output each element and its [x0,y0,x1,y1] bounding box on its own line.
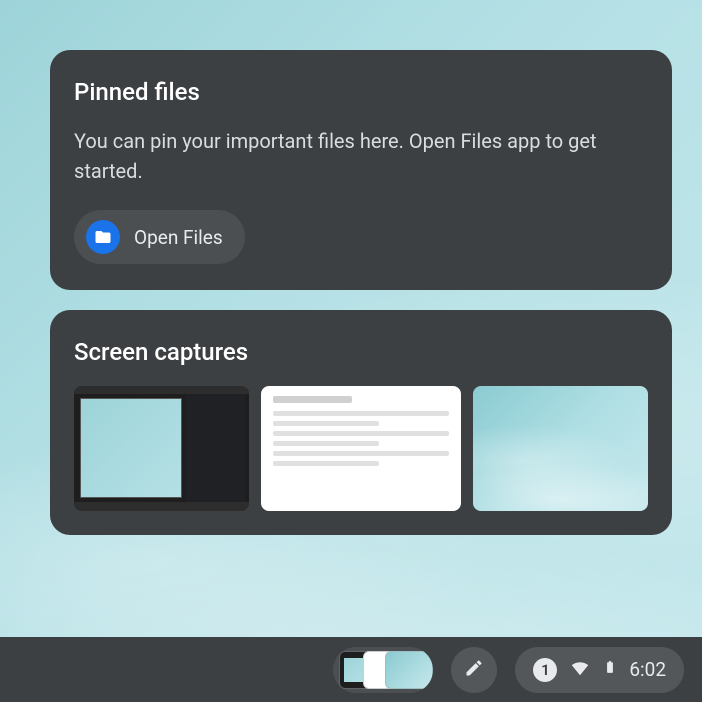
notification-badge: 1 [533,658,557,682]
capture-thumbnail[interactable] [261,386,460,511]
shelf: 1 6:02 [0,637,702,702]
pinned-files-card: Pinned files You can pin your important … [50,50,672,290]
tote-panel: Pinned files You can pin your important … [50,50,672,555]
clock: 6:02 [629,658,666,681]
stylus-button[interactable] [451,647,497,693]
tote-shelf-button[interactable] [333,647,433,693]
open-files-button[interactable]: Open Files [74,210,245,264]
capture-thumbnail[interactable] [74,386,249,511]
pen-icon [464,658,484,682]
open-files-label: Open Files [134,226,223,249]
status-area[interactable]: 1 6:02 [515,647,684,693]
folder-icon [86,220,120,254]
capture-thumbnail[interactable] [473,386,648,511]
captures-row [74,386,648,511]
screen-captures-title: Screen captures [74,338,648,366]
pinned-files-title: Pinned files [74,78,648,106]
battery-icon [603,656,617,683]
screen-captures-card: Screen captures [50,310,672,535]
pinned-files-body: You can pin your important files here. O… [74,126,648,186]
wifi-icon [569,656,591,683]
